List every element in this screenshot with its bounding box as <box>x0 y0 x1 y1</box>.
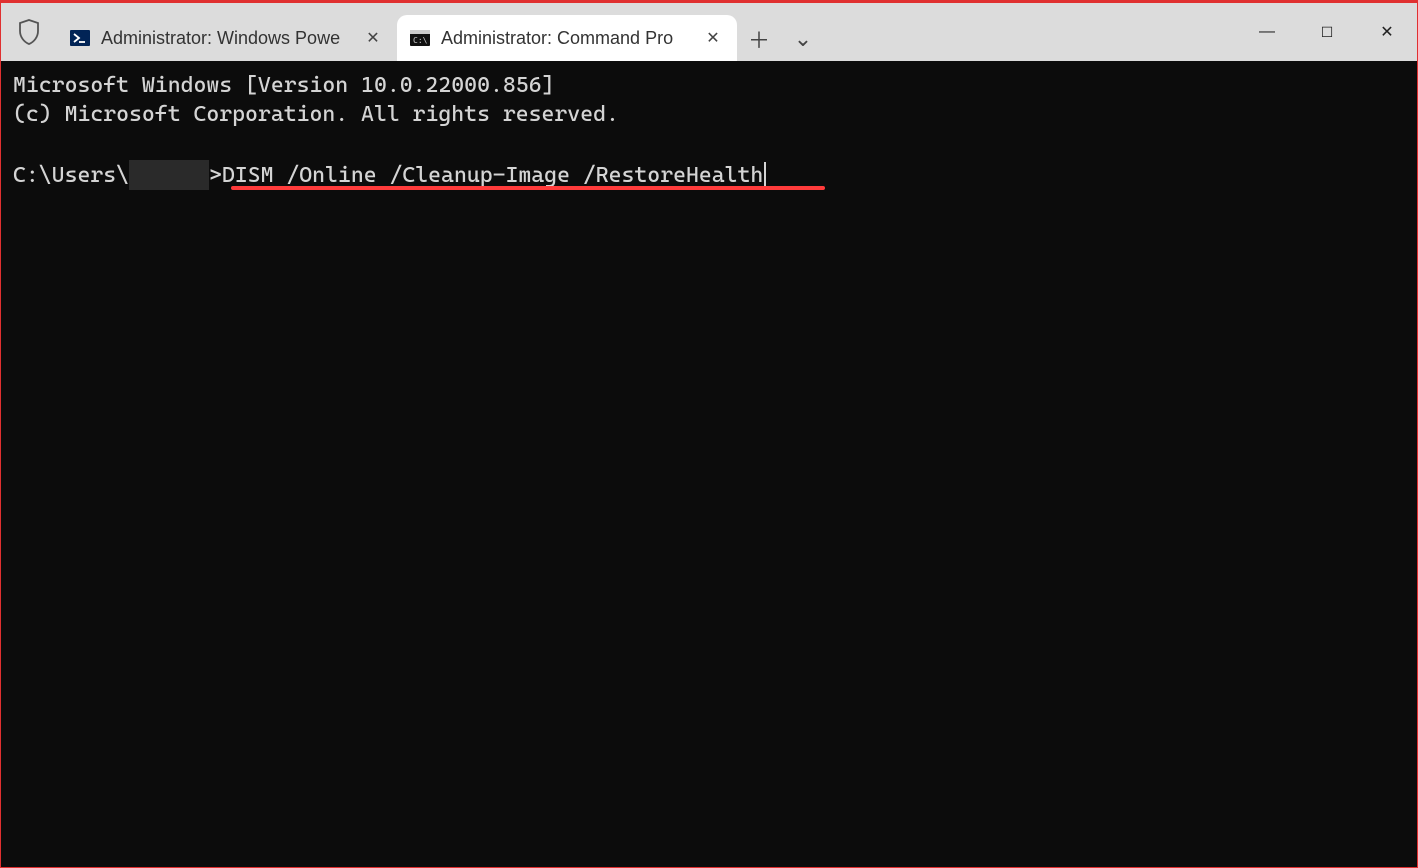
app-shield-icon-area <box>1 3 57 61</box>
annotation-underline <box>231 186 825 190</box>
terminal-line: (c) Microsoft Corporation. All rights re… <box>13 102 619 127</box>
prompt-suffix: > <box>209 163 222 188</box>
tab-strip: Administrator: Windows Powe ✕ C:\ Admini… <box>57 3 825 61</box>
plus-icon: ＋ <box>748 23 770 55</box>
tab-dropdown-button[interactable]: ⌄ <box>781 17 825 61</box>
minimize-icon: ― <box>1259 23 1275 41</box>
chevron-down-icon: ⌄ <box>794 26 812 52</box>
terminal-line: Microsoft Windows [Version 10.0.22000.85… <box>13 73 554 98</box>
prompt-path-prefix: C:\Users\ <box>13 163 129 188</box>
tab-command-prompt[interactable]: C:\ Administrator: Command Pro ✕ <box>397 15 737 61</box>
text-cursor <box>764 162 766 188</box>
close-icon: ✕ <box>1380 22 1393 42</box>
tab-title: Administrator: Windows Powe <box>101 28 353 49</box>
tab-close-button[interactable]: ✕ <box>703 28 723 48</box>
maximize-icon: ☐ <box>1321 24 1334 41</box>
svg-text:C:\: C:\ <box>413 36 428 45</box>
title-bar: Administrator: Windows Powe ✕ C:\ Admini… <box>1 3 1417 61</box>
maximize-button[interactable]: ☐ <box>1297 3 1357 61</box>
window-controls: ― ☐ ✕ <box>1237 3 1417 61</box>
close-window-button[interactable]: ✕ <box>1357 3 1417 61</box>
typed-command: DISM /Online /Cleanup-Image /RestoreHeal… <box>222 163 763 188</box>
tab-close-button[interactable]: ✕ <box>363 28 383 48</box>
minimize-button[interactable]: ― <box>1237 3 1297 61</box>
shield-icon <box>18 19 40 45</box>
prompt-line: C:\Users\ >DISM /Online /Cleanup-Image /R… <box>13 158 766 190</box>
tab-powershell[interactable]: Administrator: Windows Powe ✕ <box>57 15 397 61</box>
tab-title: Administrator: Command Pro <box>441 28 693 49</box>
powershell-icon <box>69 27 91 49</box>
redacted-username <box>129 160 209 190</box>
new-tab-button[interactable]: ＋ <box>737 17 781 61</box>
cmd-icon: C:\ <box>409 27 431 49</box>
terminal-output[interactable]: Microsoft Windows [Version 10.0.22000.85… <box>1 61 1417 867</box>
